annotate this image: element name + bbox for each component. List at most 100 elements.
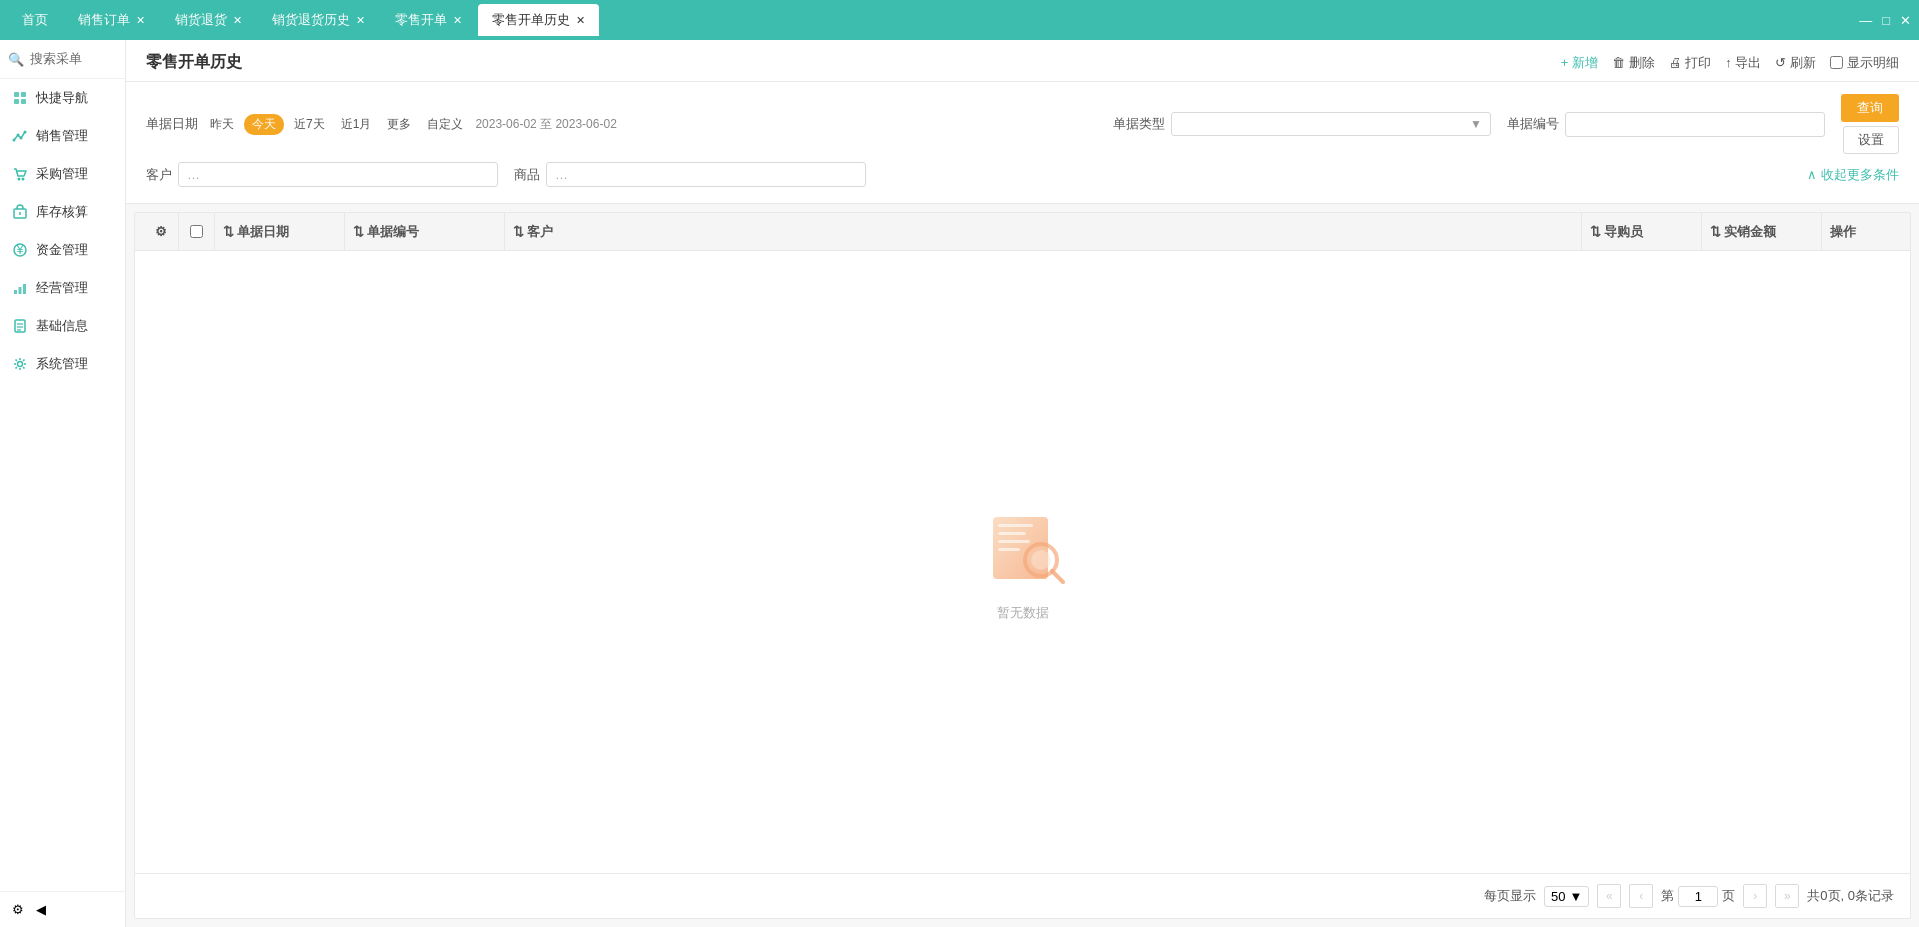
tab-close-sales-order[interactable]: ✕ [136,14,145,27]
add-button[interactable]: + 新增 [1561,54,1598,72]
sidebar-item-finance[interactable]: ¥ 资金管理 [0,231,125,269]
tab-sales-return-history[interactable]: 销货退货历史 ✕ [258,4,379,36]
column-checkbox[interactable] [179,213,215,250]
svg-rect-23 [998,524,1033,527]
content-area: 零售开单历史 + 新增 🗑 删除 🖨 打印 ↑ 导出 ↺ 刷新 显示明细 单据日… [126,40,1919,927]
sidebar-item-basic-info[interactable]: 基础信息 [0,307,125,345]
column-customer: ⇅ 客户 [505,213,1582,250]
svg-rect-3 [21,99,26,104]
select-all-checkbox[interactable] [190,225,203,238]
svg-rect-25 [998,540,1030,543]
collapse-label: 收起更多条件 [1821,166,1899,184]
sidebar-item-label: 资金管理 [36,241,88,259]
table-header: ⚙ ⇅ 单据日期 ⇅ 单据编号 ⇅ 客户 ⇅ [135,213,1910,251]
settings-icon[interactable]: ⚙ [12,902,24,917]
col-customer-label: 客户 [527,223,553,241]
date-filter: 单据日期 昨天今天近7天近1月更多自定义 2023-06-02 至 2023-0… [146,114,617,135]
sidebar-item-operations[interactable]: 经营管理 [0,269,125,307]
last-page-button[interactable]: » [1775,884,1799,908]
inventory-icon [12,204,28,220]
date-option-自定义[interactable]: 自定义 [421,114,469,135]
date-option-近1月[interactable]: 近1月 [335,114,378,135]
empty-state: 暂无数据 [135,251,1910,873]
print-button[interactable]: 🖨 打印 [1669,54,1712,72]
date-option-今天[interactable]: 今天 [244,114,284,135]
sort-billno-icon[interactable]: ⇅ [353,224,364,239]
next-page-button[interactable]: › [1743,884,1767,908]
window-controls: — □ ✕ [1859,13,1911,28]
prev-page-button[interactable]: ‹ [1629,884,1653,908]
per-page-value: 50 [1551,889,1565,904]
col-billno-label: 单据编号 [367,223,419,241]
sidebar-item-purchase-mgmt[interactable]: 采购管理 [0,155,125,193]
search-bill-label: 搜索采单 [30,50,82,68]
page-title: 零售开单历史 [146,52,242,73]
setting-button[interactable]: 设置 [1843,126,1899,154]
tab-close-sales-return[interactable]: ✕ [233,14,242,27]
delete-button[interactable]: 🗑 删除 [1612,54,1655,72]
display-detail-checkbox[interactable]: 显示明细 [1830,54,1899,72]
sales-mgmt-icon [12,128,28,144]
date-label: 单据日期 [146,115,198,133]
tab-sales-order[interactable]: 销售订单✕ [64,4,159,36]
tab-label: 销货退货历史 [272,11,350,29]
display-detail-input[interactable] [1830,56,1843,69]
bill-type-select[interactable]: ▼ [1171,112,1491,136]
filter-area: 单据日期 昨天今天近7天近1月更多自定义 2023-06-02 至 2023-0… [126,82,1919,204]
sort-salesperson-icon[interactable]: ⇅ [1590,224,1601,239]
customer-select[interactable]: … [178,162,498,187]
refresh-button[interactable]: ↺ 刷新 [1775,54,1816,72]
chevron-down-icon: ▼ [1470,117,1482,131]
sidebar-item-quick-nav[interactable]: 快捷导航 [0,79,125,117]
bill-type-filter: 单据类型 ▼ [1113,112,1491,136]
close-window-button[interactable]: ✕ [1900,13,1911,28]
tab-close-retail-history[interactable]: ✕ [576,14,585,27]
tab-label: 销货退货 [175,11,227,29]
date-range: 2023-06-02 至 2023-06-02 [475,116,616,133]
sidebar-item-inventory[interactable]: 库存核算 [0,193,125,231]
collapse-button[interactable]: ∧ 收起更多条件 [1807,166,1899,184]
search-bill-button[interactable]: 🔍 搜索采单 [0,40,125,79]
per-page-select[interactable]: 50 ▼ [1544,886,1589,907]
collapse-icon[interactable]: ◀ [36,902,46,917]
sort-icon[interactable]: ⇅ [223,224,234,239]
date-option-昨天[interactable]: 昨天 [204,114,240,135]
sidebar-item-label: 系统管理 [36,355,88,373]
sidebar-item-sales-mgmt[interactable]: 销售管理 [0,117,125,155]
maximize-button[interactable]: □ [1882,13,1890,28]
column-settings[interactable]: ⚙ [143,213,179,250]
minimize-button[interactable]: — [1859,13,1872,28]
page-suffix: 页 [1722,887,1735,905]
tab-label: 零售开单 [395,11,447,29]
tab-sales-return[interactable]: 销货退货 ✕ [161,4,256,36]
first-page-button[interactable]: « [1597,884,1621,908]
tab-close-sales-return-history[interactable]: ✕ [356,14,365,27]
tab-close-retail-open[interactable]: ✕ [453,14,462,27]
sort-customer-icon[interactable]: ⇅ [513,224,524,239]
svg-point-4 [13,139,16,142]
tab-retail-history[interactable]: 零售开单历史✕ [478,4,599,36]
column-date: ⇅ 单据日期 [215,213,345,250]
export-button[interactable]: ↑ 导出 [1725,54,1761,72]
date-option-近7天[interactable]: 近7天 [288,114,331,135]
goods-select[interactable]: … [546,162,866,187]
quick-nav-icon [12,90,28,106]
current-page-input[interactable]: 1 [1678,886,1718,907]
date-option-更多[interactable]: 更多 [381,114,417,135]
column-salesperson: ⇅ 导购员 [1582,213,1702,250]
tab-home[interactable]: 首页 [8,4,62,36]
main-layout: 🔍 搜索采单 快捷导航 销售管理 采购管理 库存核算 ¥ 资金管理 经营管理 基… [0,40,1919,927]
sidebar-item-system[interactable]: 系统管理 [0,345,125,383]
top-bar: 首页销售订单✕销货退货✕销货退货历史✕零售开单✕零售开单历史✕ — □ ✕ [0,0,1919,40]
column-billno: ⇅ 单据编号 [345,213,505,250]
empty-text: 暂无数据 [997,604,1049,622]
svg-point-6 [20,137,23,140]
sort-amount-icon[interactable]: ⇅ [1710,224,1721,239]
query-button[interactable]: 查询 [1841,94,1899,122]
svg-rect-2 [14,99,19,104]
pagination: 每页显示 50 ▼ « ‹ 第 1 页 › » 共0页, 0条记录 [135,873,1910,918]
toolbar: + 新增 🗑 删除 🖨 打印 ↑ 导出 ↺ 刷新 显示明细 [1561,54,1899,72]
tab-retail-open[interactable]: 零售开单 ✕ [381,4,476,36]
bill-number-input[interactable] [1565,112,1825,137]
customer-label: 客户 [146,166,172,184]
